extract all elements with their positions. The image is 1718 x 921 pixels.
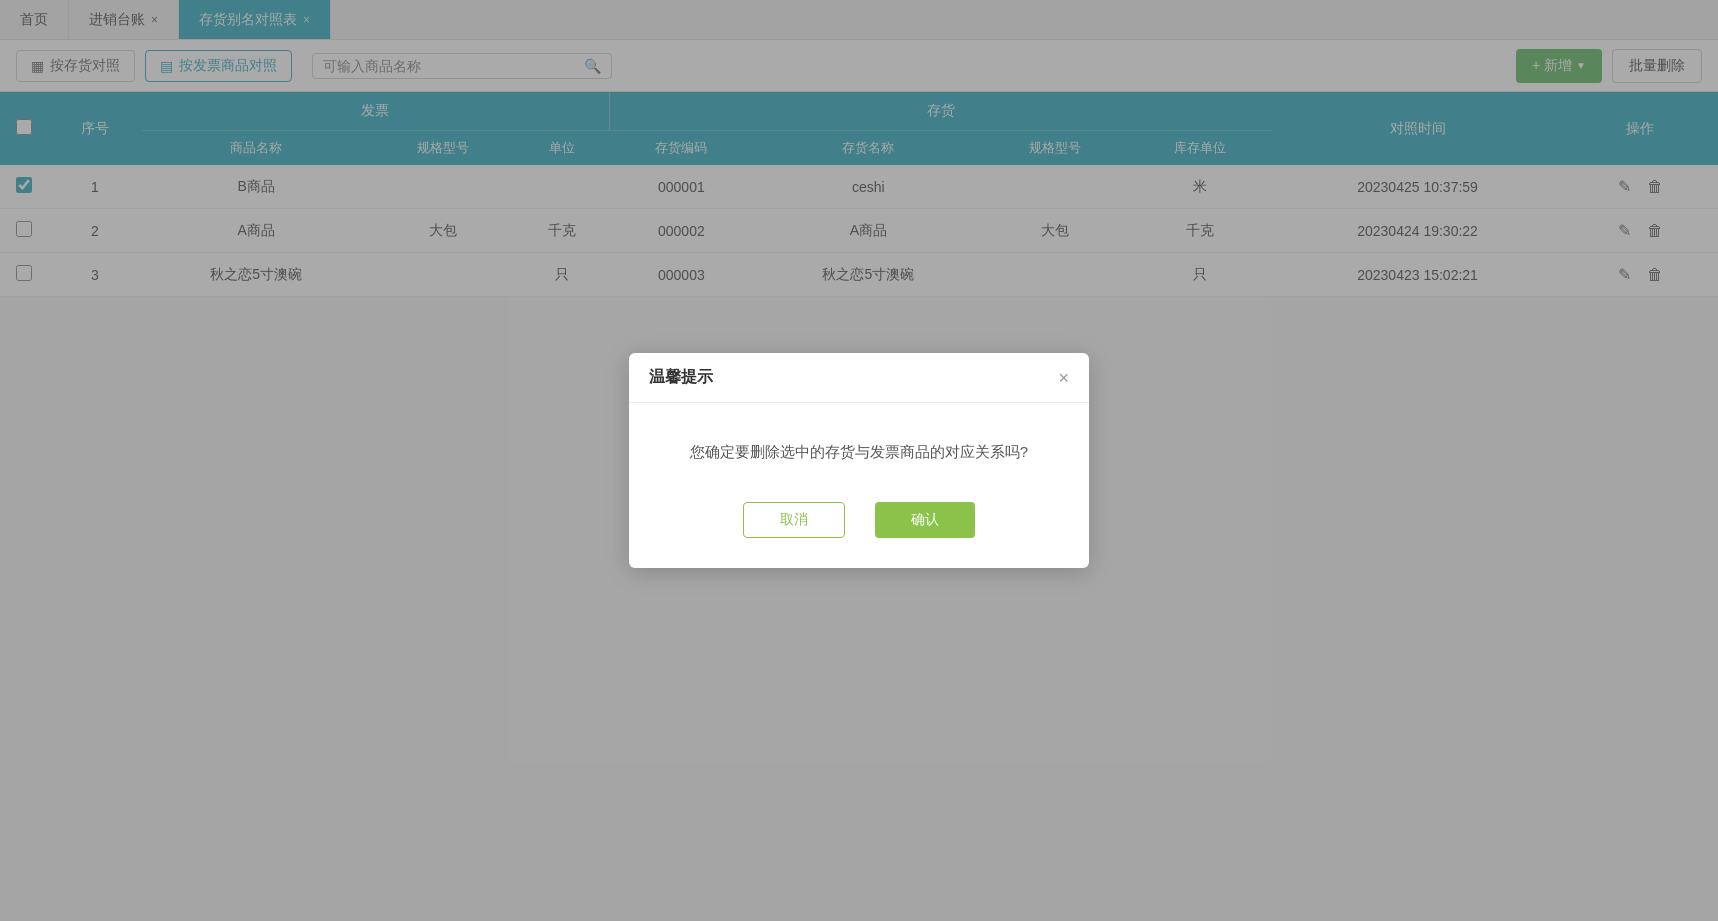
overlay: 温馨提示 × 您确定要删除选中的存货与发票商品的对应关系吗? 取消 确认 — [0, 0, 1718, 297]
